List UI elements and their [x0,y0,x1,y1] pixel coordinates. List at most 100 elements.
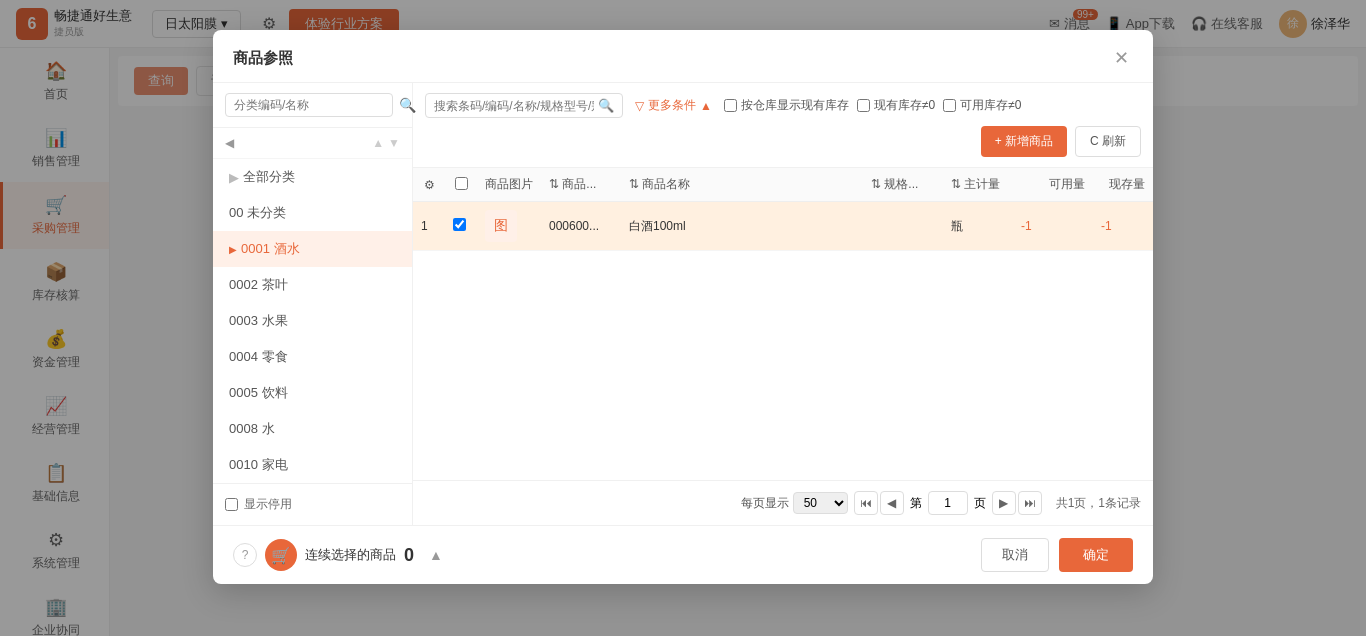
modal-title: 商品参照 [233,49,293,68]
col-header-code[interactable]: ⇅ 商品... [541,168,621,202]
category-label-3: 0003 水果 [229,312,288,330]
category-item-2[interactable]: 0002 茶叶 [213,267,412,303]
col-header-name[interactable]: ⇅ 商品名称 [621,168,863,202]
row-unit: 瓶 [943,202,1013,251]
next-page-button[interactable]: ▶ [992,491,1016,515]
category-nav-icons: ▲ ▼ [372,136,400,150]
select-all-checkbox[interactable] [455,177,468,190]
category-label-4: 0004 零食 [229,348,288,366]
confirm-button[interactable]: 确定 [1059,538,1133,572]
active-arrow-icon: ▶ [229,244,237,255]
modal-body: 🔍 ◀ ▲ ▼ ▶ 全部分类 00 未分类 [213,83,1153,525]
cart-collapse-button[interactable]: ▲ [422,541,450,569]
per-page-label: 每页显示 [741,495,789,512]
cart-section: ? 🛒 连续选择的商品 0 ▲ [233,539,450,571]
nav-next-icon: ▼ [388,136,400,150]
page-unit-label: 页 [974,495,986,512]
last-page-button[interactable]: ⏭ [1018,491,1042,515]
filter-arrow-icon: ▲ [700,99,712,113]
display-disabled-label[interactable]: 显示停用 [225,496,400,513]
category-item-1[interactable]: ▶ 0001 酒水 [213,231,412,267]
product-table-wrap: ⚙ 商品图片 ⇅ 商品... [413,168,1153,480]
category-item-all[interactable]: ▶ 全部分类 [213,159,412,195]
category-search-bar: 🔍 [213,83,412,128]
current-stock-checkbox[interactable] [857,99,870,112]
warehouse-stock-checkbox[interactable] [724,99,737,112]
row-num: 1 [413,202,445,251]
checkbox-current-stock[interactable]: 现有库存≠0 [857,97,935,114]
col-header-avail: 可用量 [1013,168,1093,202]
prev-page-button[interactable]: ◀ [880,491,904,515]
category-item-5[interactable]: 0005 饮料 [213,375,412,411]
col-header-spec[interactable]: ⇅ 规格... [863,168,943,202]
cart-label: 连续选择的商品 [305,546,396,564]
row-img: 图 [477,202,541,251]
add-product-button[interactable]: + 新增商品 [981,126,1067,157]
per-page-selector: 每页显示 50 10 20 100 [741,492,848,514]
filter-button[interactable]: ▽ 更多条件 ▲ [631,97,716,114]
product-search-input[interactable] [434,99,594,113]
toolbar-right-actions: + 新增商品 C 刷新 [981,126,1141,157]
category-search-input[interactable] [225,93,393,117]
product-panel: 🔍 ▽ 更多条件 ▲ 按仓库显示现有库存 现有库存≠0 [413,83,1153,525]
help-icon[interactable]: ? [233,543,257,567]
checkbox-warehouse-stock[interactable]: 按仓库显示现有库存 [724,97,849,114]
filter-label: 更多条件 [648,97,696,114]
col-header-check [445,168,477,202]
product-search-wrap: 🔍 [425,93,623,118]
category-nav-header: ◀ ▲ ▼ [213,128,412,159]
category-item-6[interactable]: 0008 水 [213,411,412,447]
modal-overlay: 商品参照 ✕ 🔍 ◀ ▲ ▼ [0,0,1366,636]
refresh-button[interactable]: C 刷新 [1075,126,1141,157]
first-page-button[interactable]: ⏮ [854,491,878,515]
sort-icon-name: ⇅ [629,177,639,191]
row-checkbox[interactable] [453,218,466,231]
cart-count: 0 [404,545,414,566]
category-item-0[interactable]: 00 未分类 [213,195,412,231]
sort-icon-unit: ⇅ [951,177,961,191]
filter-icon: ▽ [635,99,644,113]
cart-icon[interactable]: 🛒 [265,539,297,571]
category-label-2: 0002 茶叶 [229,276,288,294]
row-check[interactable] [445,202,477,251]
col-header-settings[interactable]: ⚙ [413,168,445,202]
category-label-6: 0008 水 [229,420,275,438]
page-label: 第 [910,495,922,512]
category-list: ▶ 全部分类 00 未分类 ▶ 0001 酒水 0002 茶叶 0003 水果 [213,159,412,483]
category-code-0: 00 未分类 [229,204,286,222]
display-disabled-checkbox[interactable] [225,498,238,511]
col-header-unit[interactable]: ⇅ 主计量 [943,168,1013,202]
available-stock-checkbox[interactable] [943,99,956,112]
product-thumbnail: 图 [485,210,517,242]
category-item-3[interactable]: 0003 水果 [213,303,412,339]
table-row[interactable]: 1 图 000600... 白酒100ml 瓶 [413,202,1153,251]
per-page-select[interactable]: 50 10 20 100 [793,492,848,514]
category-label-5: 0005 饮料 [229,384,288,402]
category-panel: 🔍 ◀ ▲ ▼ ▶ 全部分类 00 未分类 [213,83,413,525]
category-item-4[interactable]: 0004 零食 [213,339,412,375]
category-label-7: 0010 家电 [229,456,288,474]
modal-header: 商品参照 ✕ [213,30,1153,83]
pagination-bar: 每页显示 50 10 20 100 ⏮ ◀ 第 页 [413,480,1153,525]
product-reference-modal: 商品参照 ✕ 🔍 ◀ ▲ ▼ [213,30,1153,584]
row-avail: -1 [1013,202,1093,251]
page-info: 共1页，1条记录 [1056,495,1141,512]
row-spec [863,202,943,251]
modal-close-button[interactable]: ✕ [1109,46,1133,70]
footer-actions: 取消 确定 [981,538,1133,572]
product-table: ⚙ 商品图片 ⇅ 商品... [413,168,1153,251]
cancel-button[interactable]: 取消 [981,538,1049,572]
col-header-img: 商品图片 [477,168,541,202]
collapse-left-icon: ◀ [225,136,234,150]
checkbox-available-stock[interactable]: 可用库存≠0 [943,97,1021,114]
search-icon[interactable]: 🔍 [598,98,614,113]
sort-icon-spec: ⇅ [871,177,881,191]
display-disabled-text: 显示停用 [244,496,292,513]
nav-prev-icon: ▲ [372,136,384,150]
page-number-input[interactable] [928,491,968,515]
category-item-7[interactable]: 0010 家电 [213,447,412,483]
row-code: 000600... [541,202,621,251]
row-stock: -1 [1093,202,1153,251]
category-label-1: 0001 酒水 [241,240,300,258]
col-header-stock: 现存量 [1093,168,1153,202]
